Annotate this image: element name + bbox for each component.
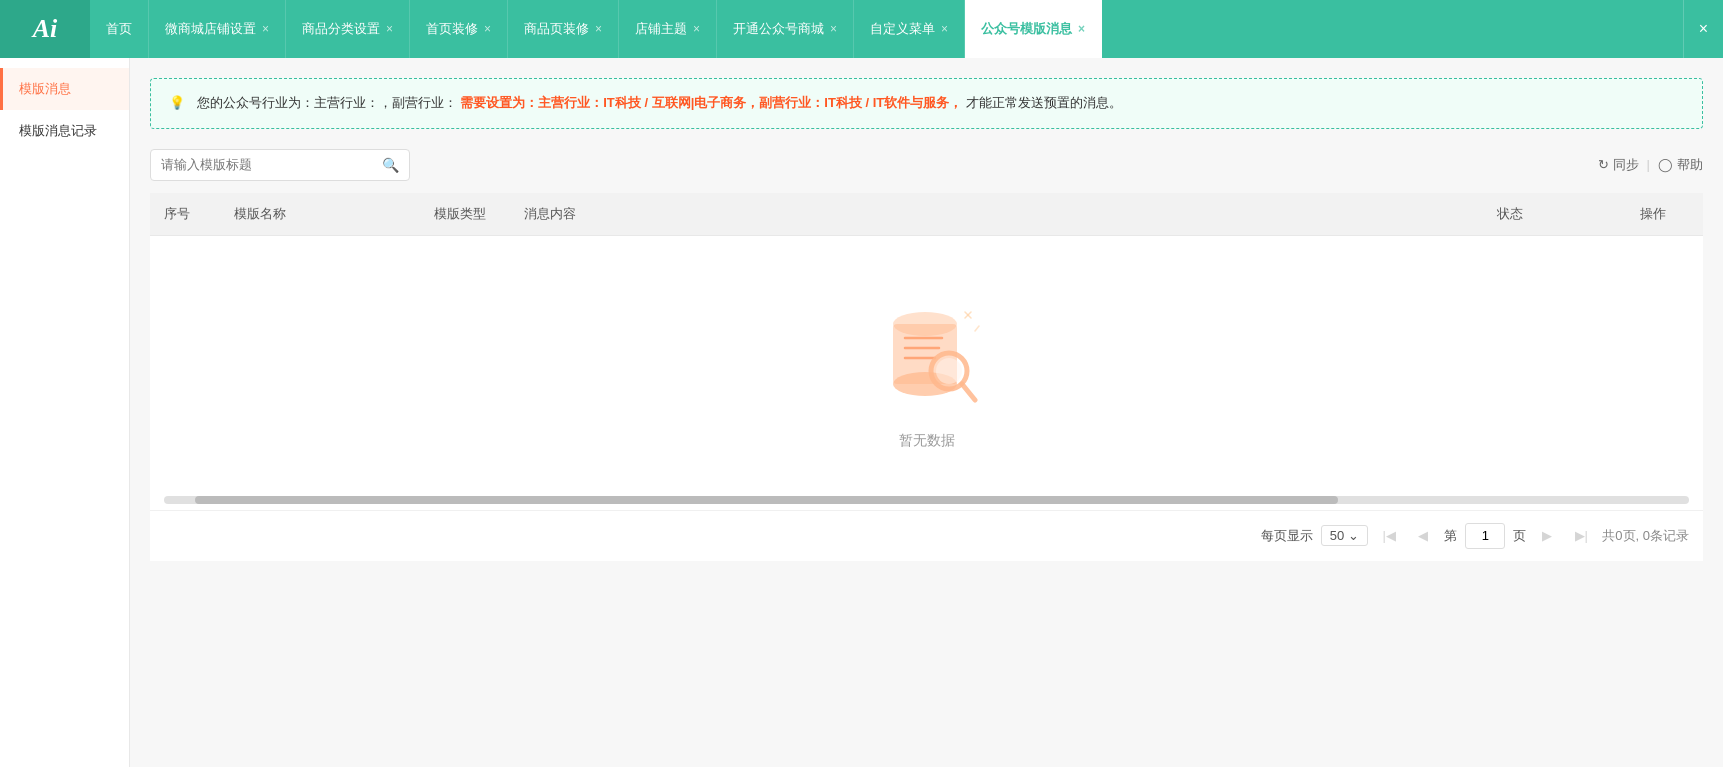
search-input[interactable] [161, 157, 382, 172]
col-status: 状态 [1483, 193, 1603, 236]
nav-tab-label: 微商城店铺设置 [165, 20, 256, 38]
next-page-button[interactable]: ▶ [1534, 523, 1560, 549]
col-name: 模版名称 [220, 193, 420, 236]
nav-tab-home[interactable]: 首页 [90, 0, 149, 58]
notice-box: 💡 您的公众号行业为：主营行业：，副营行业： 需要设置为：主营行业：IT科技 /… [150, 78, 1703, 129]
close-icon[interactable]: × [386, 22, 393, 36]
nav-tab-shop-settings[interactable]: 微商城店铺设置 × [149, 0, 286, 58]
chevron-down-icon: ⌄ [1348, 528, 1359, 543]
nav-tabs: 首页 微商城店铺设置 × 商品分类设置 × 首页装修 × 商品页装修 × 店铺主… [90, 0, 1683, 58]
svg-line-8 [962, 384, 975, 400]
page-unit: 页 [1513, 527, 1526, 545]
prev-page-button[interactable]: ◀ [1410, 523, 1436, 549]
close-icon[interactable]: × [262, 22, 269, 36]
nav-tab-label: 开通公众号商城 [733, 20, 824, 38]
table-wrapper: 序号 模版名称 模版类型 消息内容 状态 操作 [150, 193, 1703, 561]
per-page-label: 每页显示 [1261, 527, 1313, 545]
search-icon[interactable]: 🔍 [382, 157, 399, 173]
scroll-bar-area[interactable] [150, 490, 1703, 510]
pagination-bar: 每页显示 50 ⌄ |◀ ◀ 第 页 ▶ ▶| 共0页, 0条记录 [150, 510, 1703, 561]
sync-button[interactable]: ↻ 同步 [1598, 156, 1639, 174]
page-number-input[interactable] [1465, 523, 1505, 549]
nav-tab-label: 公众号模版消息 [981, 20, 1072, 38]
svg-point-7 [936, 358, 962, 384]
nav-tab-custom-menu[interactable]: 自定义菜单 × [854, 0, 965, 58]
nav-tab-product-decoration[interactable]: 商品页装修 × [508, 0, 619, 58]
close-icon[interactable]: × [941, 22, 948, 36]
nav-tab-homepage-decoration[interactable]: 首页装修 × [410, 0, 508, 58]
sync-icon: ↻ [1598, 157, 1609, 172]
scroll-thumb[interactable] [195, 496, 1339, 504]
nav-tab-label: 店铺主题 [635, 20, 687, 38]
svg-line-11 [975, 326, 979, 331]
table-header: 序号 模版名称 模版类型 消息内容 状态 操作 [150, 193, 1703, 236]
logo: Ai [0, 0, 90, 58]
main-layout: 模版消息 模版消息记录 💡 您的公众号行业为：主营行业：，副营行业： 需要设置为… [0, 58, 1723, 767]
empty-state: 暂无数据 [150, 236, 1703, 490]
sidebar: 模版消息 模版消息记录 [0, 58, 130, 767]
nav-tab-shop-theme[interactable]: 店铺主题 × [619, 0, 717, 58]
nav-tab-template-message[interactable]: 公众号模版消息 × [965, 0, 1102, 58]
sidebar-item-template-message[interactable]: 模版消息 [0, 68, 129, 110]
col-index: 序号 [150, 193, 220, 236]
content-area: 💡 您的公众号行业为：主营行业：，副营行业： 需要设置为：主营行业：IT科技 /… [130, 58, 1723, 767]
per-page-value: 50 [1330, 528, 1344, 543]
sidebar-item-label: 模版消息 [19, 81, 71, 96]
col-type: 模版类型 [420, 193, 510, 236]
close-icon[interactable]: × [693, 22, 700, 36]
nav-tab-label: 首页 [106, 20, 132, 38]
data-table: 序号 模版名称 模版类型 消息内容 状态 操作 [150, 193, 1703, 236]
sync-label: 同步 [1613, 156, 1639, 174]
first-page-button[interactable]: |◀ [1376, 523, 1402, 549]
search-right-actions: ↻ 同步 | ◯ 帮助 [1598, 156, 1703, 174]
help-button[interactable]: ◯ 帮助 [1658, 156, 1703, 174]
scroll-track[interactable] [164, 496, 1689, 504]
search-input-wrapper[interactable]: 🔍 [150, 149, 410, 181]
nav-tab-category-settings[interactable]: 商品分类设置 × [286, 0, 410, 58]
close-icon[interactable]: × [1078, 22, 1085, 36]
nav-tab-label: 首页装修 [426, 20, 478, 38]
nav-tab-open-store[interactable]: 开通公众号商城 × [717, 0, 854, 58]
col-action: 操作 [1603, 193, 1703, 236]
col-content: 消息内容 [510, 193, 1483, 236]
help-icon: ◯ [1658, 157, 1673, 172]
close-icon[interactable]: × [830, 22, 837, 36]
nav-tab-label: 商品分类设置 [302, 20, 380, 38]
per-page-select[interactable]: 50 ⌄ [1321, 525, 1368, 546]
search-bar: 🔍 ↻ 同步 | ◯ 帮助 [150, 149, 1703, 181]
nav-tab-label: 自定义菜单 [870, 20, 935, 38]
sidebar-item-label: 模版消息记录 [19, 123, 97, 138]
empty-illustration [867, 296, 987, 416]
top-nav: Ai 首页 微商城店铺设置 × 商品分类设置 × 首页装修 × 商品页装修 × … [0, 0, 1723, 58]
page-label: 第 [1444, 527, 1457, 545]
close-all-button[interactable]: × [1683, 0, 1723, 58]
empty-text: 暂无数据 [899, 432, 955, 450]
close-all-icon: × [1699, 20, 1708, 38]
divider: | [1647, 157, 1650, 172]
notice-highlight: 需要设置为：主营行业：IT科技 / 互联网|电子商务，副营行业：IT科技 / I… [460, 95, 962, 110]
lightbulb-icon: 💡 [169, 95, 185, 110]
total-info: 共0页, 0条记录 [1602, 527, 1689, 545]
close-icon[interactable]: × [484, 22, 491, 36]
help-label: 帮助 [1677, 156, 1703, 174]
notice-prefix: 您的公众号行业为：主营行业：，副营行业： [197, 95, 457, 110]
close-icon[interactable]: × [595, 22, 602, 36]
nav-tab-label: 商品页装修 [524, 20, 589, 38]
sidebar-item-template-record[interactable]: 模版消息记录 [0, 110, 129, 152]
notice-suffix: 才能正常发送预置的消息。 [966, 95, 1122, 110]
last-page-button[interactable]: ▶| [1568, 523, 1594, 549]
